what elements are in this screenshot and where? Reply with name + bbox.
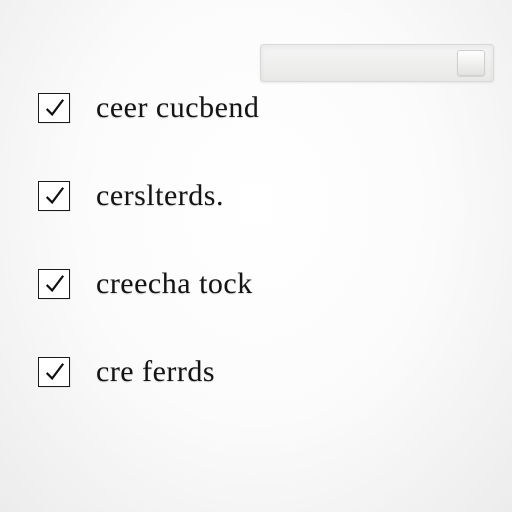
list-item-label: cre ferrds: [96, 355, 215, 389]
list-item: creecha tock: [38, 240, 482, 328]
checkbox[interactable]: [38, 269, 70, 299]
list-item: ceer cucbend: [38, 64, 482, 152]
check-icon: [43, 97, 65, 119]
check-icon: [43, 185, 65, 207]
checkbox[interactable]: [38, 357, 70, 387]
list-item-label: cerslterds.: [96, 179, 224, 213]
list-item-label: creecha tock: [96, 267, 253, 301]
checkbox[interactable]: [38, 181, 70, 211]
checkbox[interactable]: [38, 93, 70, 123]
list-item-label: ceer cucbend: [96, 91, 259, 125]
list-item: cerslterds.: [38, 152, 482, 240]
list-item: cre ferrds: [38, 328, 482, 416]
checklist: ceer cucbend cerslterds. creecha tock cr…: [38, 64, 482, 416]
window: ceer cucbend cerslterds. creecha tock cr…: [0, 0, 512, 512]
check-icon: [43, 273, 65, 295]
check-icon: [43, 361, 65, 383]
